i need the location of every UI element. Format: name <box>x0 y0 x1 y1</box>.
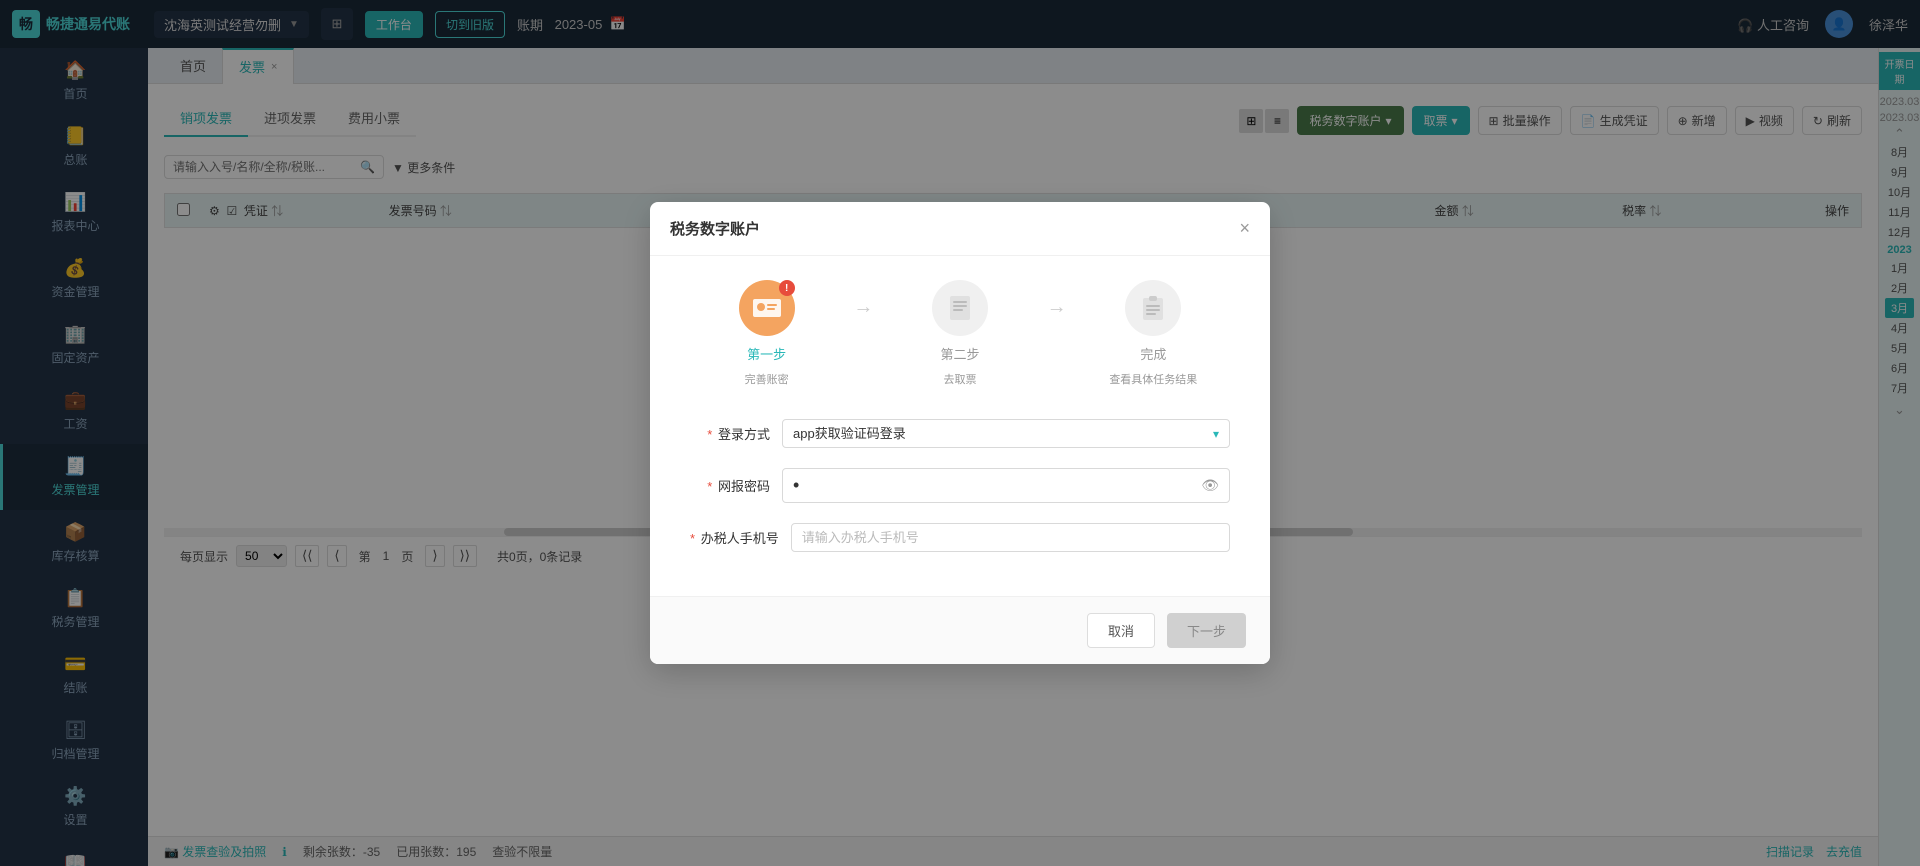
step-1-error-badge: ! <box>779 280 795 296</box>
required-star-2: * <box>707 479 712 494</box>
id-card-svg <box>752 296 782 320</box>
step-1-label: 第一步 <box>747 344 786 363</box>
phone-label: * 办税人手机号 <box>690 528 779 547</box>
required-star-3: * <box>690 531 695 546</box>
password-input[interactable] <box>793 475 1201 496</box>
steps-row: ! 第一步 完善账密 → <box>690 280 1230 387</box>
modal-close-btn[interactable]: × <box>1239 218 1250 239</box>
step-3-icon-wrapper <box>1125 280 1181 336</box>
password-label: * 网报密码 <box>690 476 770 495</box>
modal-overlay: 税务数字账户 × <box>0 0 1920 866</box>
step-2-label: 第二步 <box>940 344 979 363</box>
required-star-1: * <box>707 427 712 442</box>
step-1-desc: 完善账密 <box>745 371 789 387</box>
password-toggle-icon[interactable]: 👁 <box>1201 477 1219 494</box>
modal-footer: 取消 下一步 <box>650 596 1270 664</box>
phone-input[interactable] <box>802 530 1219 545</box>
step-3-icon <box>1125 280 1181 336</box>
password-control: 👁 <box>782 468 1230 503</box>
modal-body: ! 第一步 完善账密 → <box>650 256 1270 596</box>
modal-title: 税务数字账户 <box>670 218 760 239</box>
login-method-arrow: ▾ <box>1213 427 1219 441</box>
step-arrow-1: → <box>843 280 883 319</box>
form-login-method-row: * 登录方式 app获取验证码登录 账号密码登录 ▾ <box>690 419 1230 448</box>
modal-header: 税务数字账户 × <box>650 202 1270 256</box>
login-method-label: * 登录方式 <box>690 424 770 443</box>
tax-digital-modal: 税务数字账户 × <box>650 202 1270 664</box>
step-1: ! 第一步 完善账密 <box>690 280 843 387</box>
login-method-select[interactable]: app获取验证码登录 账号密码登录 <box>793 426 1213 441</box>
step-3-desc: 查看具体任务结果 <box>1109 371 1197 387</box>
clipboard-svg <box>1139 294 1167 322</box>
step-2-icon-wrapper <box>932 280 988 336</box>
step-2-desc: 去取票 <box>943 371 976 387</box>
next-btn[interactable]: 下一步 <box>1167 613 1246 648</box>
cancel-btn[interactable]: 取消 <box>1087 613 1155 648</box>
step-3-label: 完成 <box>1140 344 1166 363</box>
step-2: 第二步 去取票 <box>883 280 1036 387</box>
step-arrow-2: → <box>1037 280 1077 319</box>
receipt-svg <box>946 294 974 322</box>
form-phone-row: * 办税人手机号 <box>690 523 1230 552</box>
form-password-row: * 网报密码 👁 <box>690 468 1230 503</box>
step-3: 完成 查看具体任务结果 <box>1077 280 1230 387</box>
step-1-icon-wrapper: ! <box>739 280 795 336</box>
phone-control <box>791 523 1230 552</box>
step-2-icon <box>932 280 988 336</box>
login-method-control[interactable]: app获取验证码登录 账号密码登录 ▾ <box>782 419 1230 448</box>
